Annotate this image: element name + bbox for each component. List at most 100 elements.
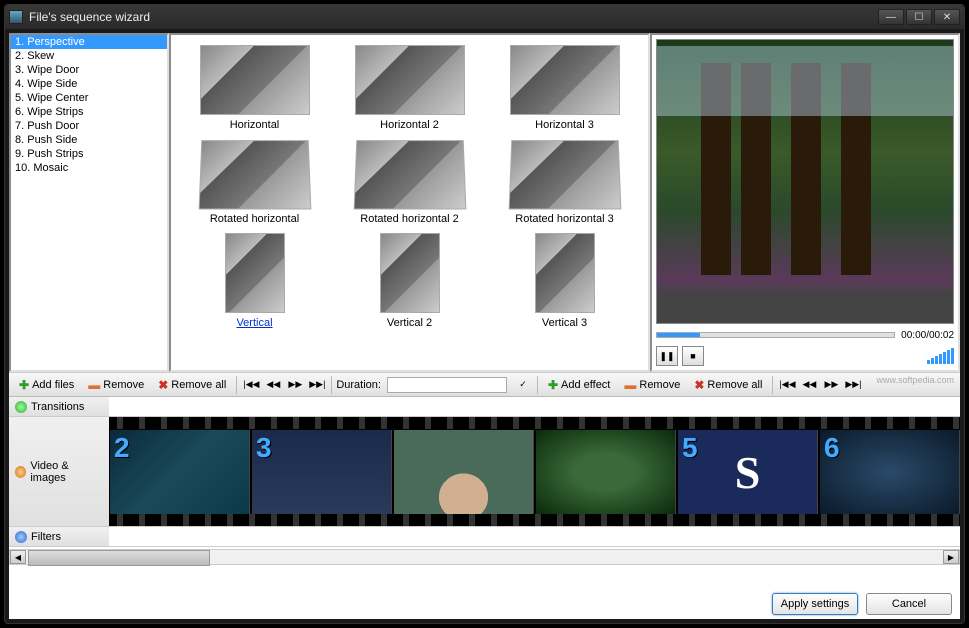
remove-file-button[interactable]: ▬Remove	[82, 377, 150, 393]
remove-effect-button[interactable]: ▬Remove	[618, 377, 686, 393]
plus-icon: ✚	[19, 378, 29, 392]
variant-thumb[interactable]: Vertical	[181, 233, 328, 329]
filters-track[interactable]: Filters	[9, 527, 960, 547]
timeline: Transitions Video & images Drag media fi…	[9, 397, 960, 589]
stop-button[interactable]: ■	[682, 346, 704, 366]
time-label: 00:00/00:02	[901, 330, 954, 341]
media-track[interactable]: Video & images Drag media files here.	[9, 417, 960, 527]
effect-item[interactable]: 2. Skew	[11, 49, 167, 63]
variant-label: Rotated horizontal 2	[360, 213, 458, 225]
timeline-clip[interactable]	[536, 430, 676, 514]
separator	[331, 376, 332, 394]
variant-label: Horizontal 2	[380, 119, 439, 131]
variant-preview-image	[510, 45, 620, 115]
variant-thumb[interactable]: Rotated horizontal 2	[336, 139, 483, 225]
variant-label: Vertical 2	[387, 317, 432, 329]
content-area: 1. Perspective2. Skew3. Wipe Door4. Wipe…	[9, 33, 960, 619]
effect-prev-button[interactable]: ◀◀	[799, 376, 819, 394]
scroll-left-button[interactable]: ◀	[10, 550, 26, 564]
timeline-clip[interactable]	[252, 430, 392, 514]
horizontal-scrollbar[interactable]: ◀ ▶	[9, 549, 960, 565]
effect-category-list[interactable]: 1. Perspective2. Skew3. Wipe Door4. Wipe…	[9, 33, 169, 372]
effect-next-button[interactable]: ▶▶	[821, 376, 841, 394]
effect-item[interactable]: 5. Wipe Center	[11, 91, 167, 105]
transitions-icon	[15, 401, 27, 413]
close-button[interactable]: ✕	[934, 9, 960, 25]
variant-preview-image	[353, 140, 466, 209]
cancel-button[interactable]: Cancel	[866, 593, 952, 615]
timeline-clip[interactable]	[820, 430, 960, 514]
variant-thumb[interactable]: Rotated horizontal 3	[491, 139, 638, 225]
variant-label: Rotated horizontal 3	[515, 213, 613, 225]
filters-icon	[15, 531, 27, 543]
effect-item[interactable]: 1. Perspective	[11, 35, 167, 49]
volume-indicator[interactable]	[927, 348, 954, 364]
first-button[interactable]: |◀◀	[241, 376, 261, 394]
variant-label: Rotated horizontal	[210, 213, 299, 225]
effect-first-button[interactable]: |◀◀	[777, 376, 797, 394]
preview-panel: 00:00/00:02 ❚❚ ■	[650, 33, 960, 372]
next-button[interactable]: ▶▶	[285, 376, 305, 394]
effect-item[interactable]: 6. Wipe Strips	[11, 105, 167, 119]
transitions-track[interactable]: Transitions	[9, 397, 960, 417]
variant-thumb[interactable]: Horizontal 3	[491, 45, 638, 131]
duration-input[interactable]	[387, 377, 507, 393]
maximize-button[interactable]: ☐	[906, 9, 932, 25]
effect-item[interactable]: 8. Push Side	[11, 133, 167, 147]
variant-label: Vertical	[236, 317, 272, 329]
effect-item[interactable]: 10. Mosaic	[11, 161, 167, 175]
x-icon: ✖	[694, 378, 704, 392]
variant-thumb[interactable]: Vertical 2	[336, 233, 483, 329]
variant-thumbs-panel[interactable]: Horizontal Horizontal 2 Horizontal 3 Rotate…	[169, 33, 650, 372]
preview-video[interactable]	[656, 39, 954, 324]
effect-item[interactable]: 9. Push Strips	[11, 147, 167, 161]
separator	[772, 376, 773, 394]
upper-panels: 1. Perspective2. Skew3. Wipe Door4. Wipe…	[9, 33, 960, 373]
variant-label: Horizontal 3	[535, 119, 594, 131]
plus-icon: ✚	[548, 378, 558, 392]
add-effect-button[interactable]: ✚Add effect	[542, 377, 616, 393]
remove-all-effects-button[interactable]: ✖Remove all	[688, 377, 768, 393]
timeline-clip[interactable]	[678, 430, 818, 514]
variant-label: Vertical 3	[542, 317, 587, 329]
titlebar[interactable]: File's sequence wizard — ☐ ✕	[5, 5, 964, 29]
variant-preview-image	[200, 45, 310, 115]
media-icon	[15, 466, 26, 478]
separator	[537, 376, 538, 394]
watermark: www.softpedia.com	[876, 375, 954, 385]
media-toolbar: ✚Add files ▬Remove ✖Remove all |◀◀ ◀◀ ▶▶…	[9, 373, 960, 397]
timeline-clip[interactable]	[110, 430, 250, 514]
effect-item[interactable]: 4. Wipe Side	[11, 77, 167, 91]
variant-preview-image	[508, 140, 621, 209]
footer-buttons: Apply settings Cancel	[9, 589, 960, 619]
variant-thumb[interactable]: Horizontal 2	[336, 45, 483, 131]
minimize-button[interactable]: —	[878, 9, 904, 25]
effect-last-button[interactable]: ▶▶|	[843, 376, 863, 394]
minus-icon: ▬	[624, 378, 636, 392]
pause-button[interactable]: ❚❚	[656, 346, 678, 366]
variant-thumb[interactable]: Horizontal	[181, 45, 328, 131]
prev-button[interactable]: ◀◀	[263, 376, 283, 394]
variant-preview-image	[535, 233, 595, 313]
variant-preview-image	[380, 233, 440, 313]
effect-item[interactable]: 3. Wipe Door	[11, 63, 167, 77]
effect-item[interactable]: 7. Push Door	[11, 119, 167, 133]
variant-thumb[interactable]: Vertical 3	[491, 233, 638, 329]
add-files-button[interactable]: ✚Add files	[13, 377, 80, 393]
variant-preview-image	[198, 140, 311, 209]
remove-all-files-button[interactable]: ✖Remove all	[152, 377, 232, 393]
app-window: File's sequence wizard — ☐ ✕ 1. Perspect…	[4, 4, 965, 624]
variant-preview-image	[355, 45, 465, 115]
timeline-clip[interactable]	[394, 430, 534, 514]
duration-label: Duration:	[336, 379, 381, 391]
variant-label: Horizontal	[230, 119, 280, 131]
duration-apply-button[interactable]: ✓	[513, 376, 533, 394]
apply-settings-button[interactable]: Apply settings	[772, 593, 858, 615]
variant-preview-image	[225, 233, 285, 313]
last-button[interactable]: ▶▶|	[307, 376, 327, 394]
minus-icon: ▬	[88, 378, 100, 392]
progress-slider[interactable]	[656, 332, 895, 338]
variant-thumb[interactable]: Rotated horizontal	[181, 139, 328, 225]
app-icon	[9, 10, 23, 24]
scroll-right-button[interactable]: ▶	[943, 550, 959, 564]
